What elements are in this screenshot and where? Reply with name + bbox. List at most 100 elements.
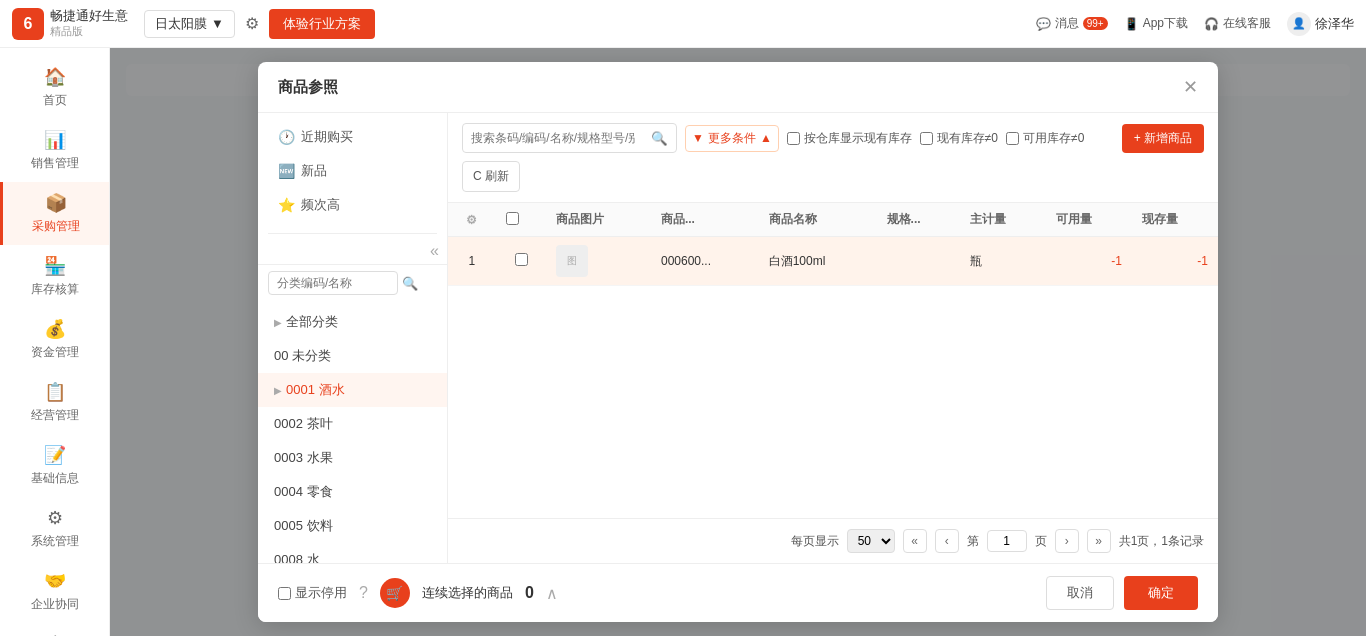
store-selector[interactable]: 日太阳膜 ▼ [144, 10, 235, 38]
new-product-btn[interactable]: + 新增商品 [1122, 124, 1204, 153]
gear-icon[interactable]: ⚙ [245, 14, 259, 33]
exp-btn[interactable]: 体验行业方案 [269, 9, 375, 39]
phone-icon: 📱 [1124, 17, 1139, 31]
first-page-btn[interactable]: « [903, 529, 927, 553]
sidebar-item-inventory[interactable]: 🏪 库存核算 [0, 245, 109, 308]
sidebar-item-guide[interactable]: 🎓 新手引导 [0, 623, 109, 636]
row-check[interactable] [496, 237, 547, 286]
dialog-bottom: 显示停用 ? 🛒 连续选择的商品 0 ∧ 取消 确定 [258, 563, 1218, 622]
tab-recent[interactable]: 🕐 近期购买 [268, 121, 437, 153]
product-search-btn[interactable]: 🔍 [643, 131, 676, 146]
col-spec[interactable]: 规格... [877, 203, 960, 237]
message-icon: 💬 [1036, 17, 1051, 31]
cat-label-tea: 0002 茶叶 [274, 415, 333, 433]
product-search-input[interactable] [463, 131, 643, 145]
continue-select-label: 连续选择的商品 [422, 584, 513, 602]
check-available-ne0[interactable]: 可用库存≠0 [1006, 130, 1084, 147]
cat-tea[interactable]: 0002 茶叶 [258, 407, 447, 441]
check-stock-ne0-input[interactable] [920, 132, 933, 145]
cat-beverage[interactable]: 0005 饮料 [258, 509, 447, 543]
dialog-left-panel: 🕐 近期购买 🆕 新品 ⭐ 频次高 [258, 113, 448, 563]
page-suffix: 页 [1035, 533, 1047, 550]
cat-label-beverage: 0005 饮料 [274, 517, 333, 535]
row-img: 图 [546, 237, 651, 286]
cat-snack[interactable]: 0004 零食 [258, 475, 447, 509]
sidebar-item-enterprise[interactable]: 🤝 企业协同 [0, 560, 109, 623]
prev-page-btn[interactable]: ‹ [935, 529, 959, 553]
user-btn[interactable]: 👤 徐泽华 [1287, 12, 1354, 36]
app-download-label: App下载 [1143, 15, 1188, 32]
col-code[interactable]: 商品... [651, 203, 759, 237]
check-warehouse[interactable]: 按仓库显示现有库存 [787, 130, 912, 147]
help-icon[interactable]: ? [359, 584, 368, 602]
collapse-icon[interactable]: ∧ [546, 584, 558, 603]
category-search-input[interactable] [268, 271, 398, 295]
refresh-btn[interactable]: C 刷新 [462, 161, 520, 192]
messages-label: 消息 [1055, 15, 1079, 32]
sidebar-item-operations[interactable]: 📋 经营管理 [0, 371, 109, 434]
col-unit[interactable]: 主计量 [960, 203, 1046, 237]
product-table: ⚙ 商品图片 商品... 商品名称 规格... 主计量 可用量 现存量 [448, 203, 1218, 286]
check-available-ne0-label: 可用库存≠0 [1023, 130, 1084, 147]
cancel-btn[interactable]: 取消 [1046, 576, 1114, 610]
cart-icon[interactable]: 🛒 [380, 578, 410, 608]
sales-icon: 📊 [44, 129, 66, 151]
row-checkbox[interactable] [515, 253, 528, 266]
col-check [496, 203, 547, 237]
sidebar-item-purchase[interactable]: 📦 采购管理 [0, 182, 109, 245]
dialog-close-btn[interactable]: ✕ [1183, 76, 1198, 98]
main-layout: 🏠 首页 📊 销售管理 📦 采购管理 🏪 库存核算 💰 资金管理 📋 经营管理 … [0, 48, 1366, 636]
show-disabled-input[interactable] [278, 587, 291, 600]
more-filter-btn[interactable]: ▼ 更多条件 ▲ [685, 125, 779, 152]
select-all-checkbox[interactable] [506, 212, 519, 225]
page-input[interactable] [987, 530, 1027, 552]
modal-overlay: 商品参照 ✕ 🕐 近期购买 🆕 [110, 48, 1366, 636]
confirm-btn[interactable]: 确定 [1124, 576, 1198, 610]
category-search-icon[interactable]: 🔍 [402, 276, 418, 291]
check-available-ne0-input[interactable] [1006, 132, 1019, 145]
product-search-box: 🔍 [462, 123, 677, 153]
cat-fruit[interactable]: 0003 水果 [258, 441, 447, 475]
app-download-btn[interactable]: 📱 App下载 [1124, 15, 1188, 32]
nav-right: 💬 消息 99+ 📱 App下载 🎧 在线客服 👤 徐泽华 [1036, 12, 1354, 36]
logo-text: 畅捷通好生意 [50, 8, 128, 24]
cat-water[interactable]: 0008 水 [258, 543, 447, 563]
check-warehouse-input[interactable] [787, 132, 800, 145]
table-row[interactable]: 1 图 000600... 白酒100ml 瓶 [448, 237, 1218, 286]
total-label: 共1页，1条记录 [1119, 533, 1204, 550]
star-icon: ⭐ [278, 197, 295, 213]
col-name[interactable]: 商品名称 [759, 203, 877, 237]
user-avatar: 👤 [1287, 12, 1311, 36]
cat-liquor[interactable]: ▶ 0001 酒水 [258, 373, 447, 407]
cat-all[interactable]: ▶ 全部分类 [258, 305, 447, 339]
col-gear: ⚙ [448, 203, 496, 237]
collapse-panel-icon[interactable]: « [430, 242, 439, 260]
sidebar-label-purchase: 采购管理 [32, 218, 80, 235]
recent-icon: 🕐 [278, 129, 295, 145]
show-disabled-check[interactable]: 显示停用 [278, 584, 347, 602]
messages-btn[interactable]: 💬 消息 99+ [1036, 15, 1108, 32]
tab-recent-label: 近期购买 [301, 128, 353, 146]
cat-unclassified[interactable]: 00 未分类 [258, 339, 447, 373]
tab-new[interactable]: 🆕 新品 [268, 155, 437, 187]
purchase-icon: 📦 [45, 192, 67, 214]
last-page-btn[interactable]: » [1087, 529, 1111, 553]
per-page-select[interactable]: 50 [847, 529, 895, 553]
tab-new-label: 新品 [301, 162, 327, 180]
operations-icon: 📋 [44, 381, 66, 403]
sidebar-item-system[interactable]: ⚙ 系统管理 [0, 497, 109, 560]
sidebar-item-finance[interactable]: 💰 资金管理 [0, 308, 109, 371]
sidebar-item-basic[interactable]: 📝 基础信息 [0, 434, 109, 497]
cat-arrow-all: ▶ [274, 317, 282, 328]
check-stock-ne0[interactable]: 现有库存≠0 [920, 130, 998, 147]
online-service-btn[interactable]: 🎧 在线客服 [1204, 15, 1271, 32]
col-img: 商品图片 [546, 203, 651, 237]
logo-icon: 6 [12, 8, 44, 40]
sidebar-item-home[interactable]: 🏠 首页 [0, 56, 109, 119]
messages-badge: 99+ [1083, 17, 1108, 30]
sidebar-item-sales[interactable]: 📊 销售管理 [0, 119, 109, 182]
action-btns: 取消 确定 [1046, 576, 1198, 610]
table-header-row: ⚙ 商品图片 商品... 商品名称 规格... 主计量 可用量 现存量 [448, 203, 1218, 237]
tab-frequent[interactable]: ⭐ 频次高 [268, 189, 437, 221]
next-page-btn[interactable]: › [1055, 529, 1079, 553]
